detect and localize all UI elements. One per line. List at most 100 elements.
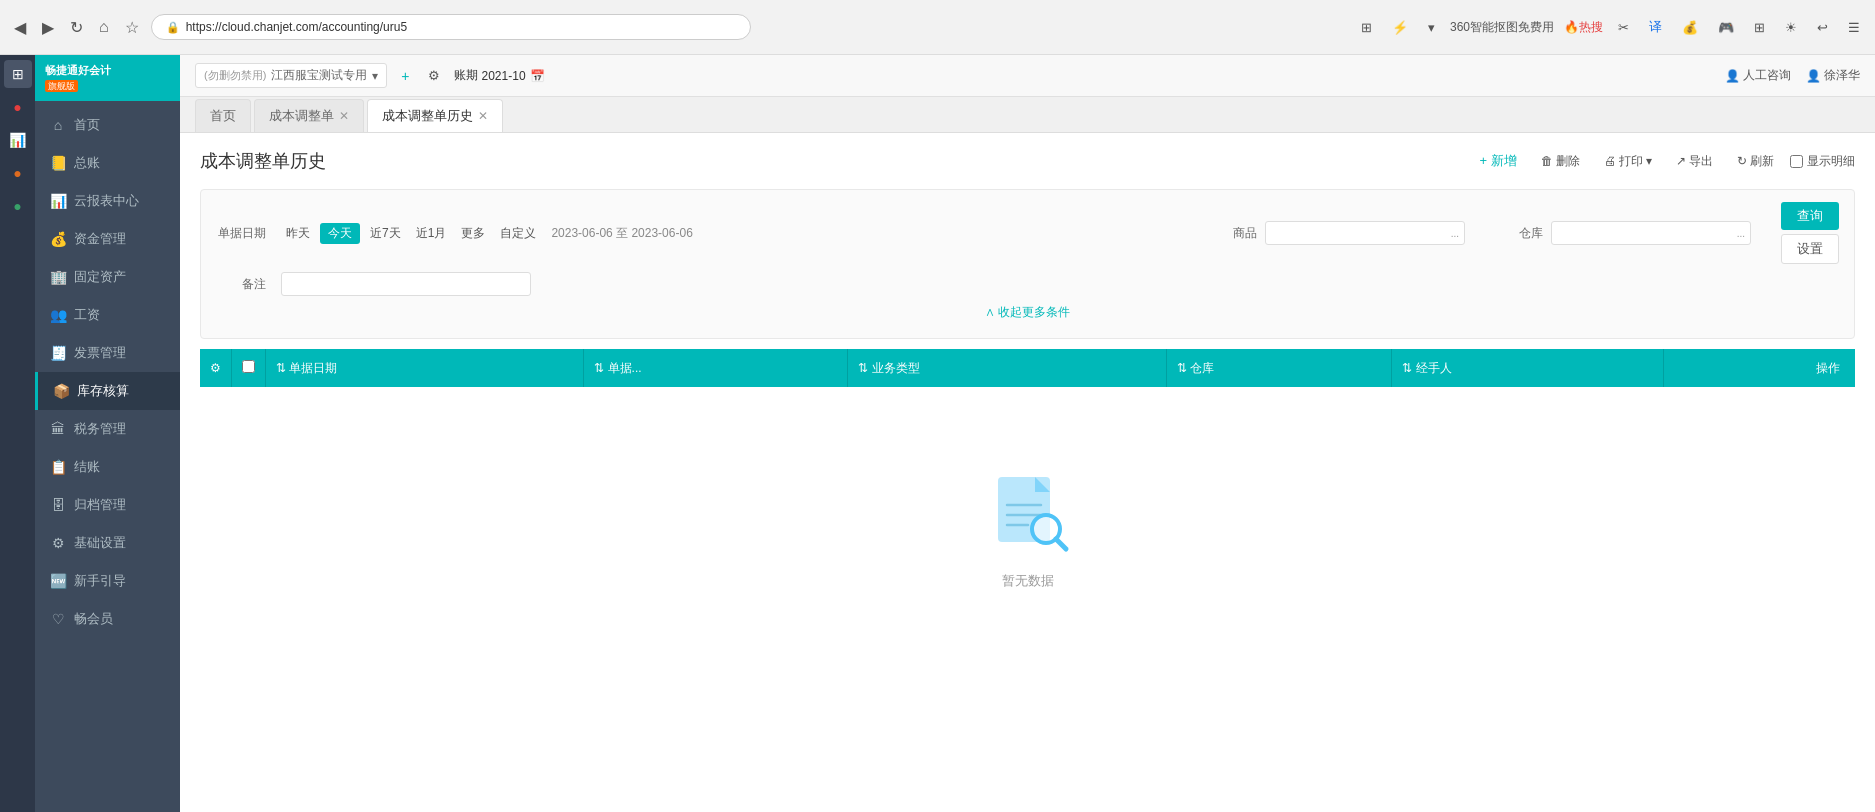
- brightness-button[interactable]: ☀: [1780, 17, 1802, 38]
- goods-select[interactable]: [1265, 221, 1465, 245]
- print-dropdown[interactable]: ▾: [1646, 154, 1652, 168]
- th-handler[interactable]: ⇅ 经手人: [1392, 349, 1664, 387]
- new-button[interactable]: + 新增: [1471, 148, 1524, 174]
- vip-icon: ♡: [50, 611, 66, 627]
- iconbar-item-0[interactable]: ⊞: [4, 60, 32, 88]
- delete-button[interactable]: 🗑 删除: [1533, 149, 1588, 174]
- sidebar-logo[interactable]: 畅捷通好会计 旗舰版: [35, 55, 180, 101]
- filter-row-2: 备注: [216, 272, 1839, 296]
- company-settings-button[interactable]: ⚙: [424, 64, 444, 87]
- table-container: ⚙ ⇅ 单据日期 ⇅ 单据...: [200, 349, 1855, 670]
- print-button[interactable]: 🖨 🖨 打印 打印 ▾: [1596, 149, 1660, 174]
- collapse-button[interactable]: ∧ 收起更多条件: [985, 304, 1070, 321]
- date-yesterday[interactable]: 昨天: [281, 223, 315, 244]
- sidebar-label-funds: 资金管理: [74, 230, 126, 248]
- tab-cost-adjust-close[interactable]: ✕: [339, 109, 349, 123]
- date-7days[interactable]: 近7天: [365, 223, 406, 244]
- sidebar-item-closing[interactable]: 📋 结账: [35, 448, 180, 486]
- filter-settings-button[interactable]: 设置: [1781, 234, 1839, 264]
- remark-input[interactable]: [281, 272, 531, 296]
- wallet-button[interactable]: 💰: [1677, 17, 1703, 38]
- flash-button[interactable]: ⚡: [1387, 17, 1413, 38]
- th-biz-type[interactable]: ⇅ 业务类型: [848, 349, 1166, 387]
- sidebar-item-archive[interactable]: 🗄 归档管理: [35, 486, 180, 524]
- add-company-button[interactable]: +: [397, 64, 413, 88]
- display-detail-checkbox[interactable]: [1790, 155, 1803, 168]
- more-button[interactable]: ▾: [1423, 17, 1440, 38]
- sidebar-item-assets[interactable]: 🏢 固定资产: [35, 258, 180, 296]
- th-checkbox[interactable]: [232, 349, 266, 387]
- sidebar-item-reports[interactable]: 📊 云报表中心: [35, 182, 180, 220]
- iconbar-item-4[interactable]: ●: [4, 192, 32, 220]
- hot-label: 🔥热搜: [1564, 19, 1603, 36]
- scissors-button[interactable]: ✂: [1613, 17, 1634, 38]
- sidebar-label-closing: 结账: [74, 458, 100, 476]
- date-custom[interactable]: 自定义: [495, 223, 541, 244]
- export-button[interactable]: ↗ 导出: [1668, 149, 1721, 174]
- iconbar-item-3[interactable]: ●: [4, 159, 32, 187]
- sidebar-item-salary[interactable]: 👥 工资: [35, 296, 180, 334]
- user-button[interactable]: 👤 徐泽华: [1806, 67, 1860, 84]
- query-button[interactable]: 查询: [1781, 202, 1839, 230]
- menu-button[interactable]: ☰: [1843, 17, 1865, 38]
- display-detail-label: 显示明细: [1807, 153, 1855, 170]
- forward-button[interactable]: ▶: [38, 14, 58, 41]
- page-title-row: 成本调整单历史 + 新增 🗑 删除 🖨 🖨 打印 打印 ▾ ↗ 导出: [200, 148, 1855, 174]
- export-icon: ↗: [1676, 154, 1686, 168]
- help-button[interactable]: 👤 人工咨询: [1725, 67, 1791, 84]
- th-warehouse[interactable]: ⇅ 仓库: [1166, 349, 1392, 387]
- company-note: (勿删勿禁用): [204, 68, 266, 83]
- tab-cost-adjust[interactable]: 成本调整单 ✕: [254, 99, 364, 132]
- print-icon: 🖨: [1604, 154, 1616, 168]
- sidebar-item-inventory[interactable]: 📦 库存核算: [35, 372, 180, 410]
- tab-home-label: 首页: [210, 107, 236, 125]
- tab-home[interactable]: 首页: [195, 99, 251, 132]
- company-select[interactable]: (勿删勿禁用) 江西服宝测试专用 ▾: [195, 63, 387, 88]
- th-handler-sort[interactable]: ⇅ 经手人: [1402, 360, 1653, 377]
- sidebar-item-vip[interactable]: ♡ 畅会员: [35, 600, 180, 638]
- game-button[interactable]: 🎮: [1713, 17, 1739, 38]
- empty-text: 暂无数据: [1002, 572, 1054, 590]
- iconbar-item-1[interactable]: ●: [4, 93, 32, 121]
- iconbar-item-2[interactable]: 📊: [4, 126, 32, 154]
- url-bar[interactable]: 🔒 https://cloud.chanjet.com/accounting/u…: [151, 14, 751, 40]
- search-hint: 360智能抠图免费用: [1450, 19, 1554, 36]
- date-1month[interactable]: 近1月: [411, 223, 452, 244]
- svg-line-6: [1056, 539, 1066, 549]
- warehouse-select[interactable]: [1551, 221, 1751, 245]
- th-date-sort[interactable]: ⇅ 单据日期: [276, 360, 573, 377]
- sidebar-item-guide[interactable]: 🆕 新手引导: [35, 562, 180, 600]
- sidebar-item-account[interactable]: 📒 总账: [35, 144, 180, 182]
- date-more[interactable]: 更多: [456, 223, 490, 244]
- th-settings[interactable]: ⚙: [200, 349, 232, 387]
- th-date[interactable]: ⇅ 单据日期: [266, 349, 584, 387]
- home-button[interactable]: ⌂: [95, 14, 113, 40]
- refresh-button[interactable]: ↻ 刷新: [1729, 149, 1782, 174]
- date-today[interactable]: 今天: [320, 223, 360, 244]
- tab-cost-adjust-history-close[interactable]: ✕: [478, 109, 488, 123]
- th-number-sort[interactable]: ⇅ 单据...: [594, 360, 837, 377]
- sidebar-item-tax[interactable]: 🏛 税务管理: [35, 410, 180, 448]
- sidebar-item-home[interactable]: ⌂ 首页: [35, 106, 180, 144]
- display-detail-toggle[interactable]: 显示明细: [1790, 153, 1855, 170]
- th-warehouse-sort[interactable]: ⇅ 仓库: [1177, 360, 1382, 377]
- back-button[interactable]: ◀: [10, 14, 30, 41]
- sidebar-item-invoice[interactable]: 🧾 发票管理: [35, 334, 180, 372]
- sidebar-item-settings[interactable]: ⚙ 基础设置: [35, 524, 180, 562]
- undo-button[interactable]: ↩: [1812, 17, 1833, 38]
- th-biz-type-sort[interactable]: ⇅ 业务类型: [858, 360, 1155, 377]
- tab-cost-adjust-history[interactable]: 成本调整单历史 ✕: [367, 99, 503, 132]
- browser-chrome: ◀ ▶ ↻ ⌂ ☆ 🔒 https://cloud.chanjet.com/ac…: [0, 0, 1875, 55]
- date-options-group: 昨天 今天 近7天 近1月 更多 自定义 2023-06-06 至 2023-0…: [281, 223, 693, 244]
- goods-filter-label: 商品: [1207, 225, 1257, 242]
- refresh-button[interactable]: ↻: [66, 14, 87, 41]
- star-button[interactable]: ☆: [121, 14, 143, 41]
- grid-button[interactable]: ⊞: [1749, 17, 1770, 38]
- select-all-checkbox[interactable]: [242, 360, 255, 373]
- inventory-icon: 📦: [53, 383, 69, 399]
- translate-button[interactable]: 译: [1644, 15, 1667, 39]
- sidebar-item-funds[interactable]: 💰 资金管理: [35, 220, 180, 258]
- sidebar-label-vip: 畅会员: [74, 610, 113, 628]
- extensions-button[interactable]: ⊞: [1356, 17, 1377, 38]
- th-number[interactable]: ⇅ 单据...: [584, 349, 848, 387]
